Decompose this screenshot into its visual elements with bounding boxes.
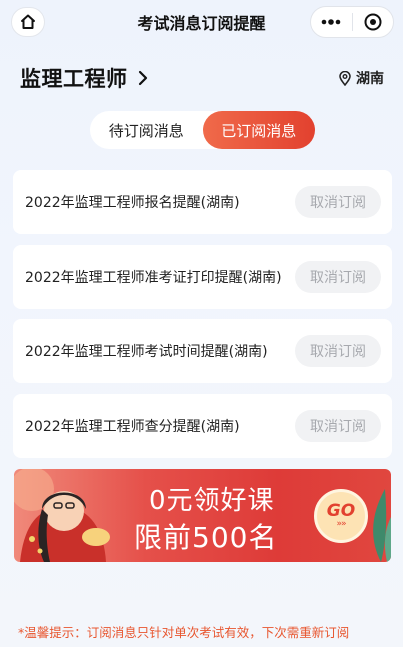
location-label: 湖南 xyxy=(356,71,384,87)
more-dots-icon xyxy=(321,19,341,25)
mini-program-capsule xyxy=(310,6,394,38)
subscription-title: 2022年监理工程师查分提醒(湖南) xyxy=(25,419,240,435)
banner-headline: 0元领好课 xyxy=(149,486,275,516)
go-button[interactable]: GO »» xyxy=(314,489,368,543)
navigation-bar: 考试消息订阅提醒 xyxy=(0,0,403,44)
tab-pending[interactable]: 待订阅消息 xyxy=(90,111,203,149)
go-label: GO xyxy=(326,501,356,521)
home-button[interactable] xyxy=(11,7,45,37)
double-chevron-icon: »» xyxy=(336,519,346,529)
exam-name: 监理工程师 xyxy=(20,67,128,91)
list-item: 2022年监理工程师报名提醒(湖南) 取消订阅 xyxy=(13,170,392,234)
warm-tip: *温馨提示：订阅消息只针对单次考试有效，下次需重新订阅 xyxy=(18,625,350,640)
list-item: 2022年监理工程师查分提醒(湖南) 取消订阅 xyxy=(13,394,392,458)
subscription-title: 2022年监理工程师考试时间提醒(湖南) xyxy=(25,344,268,360)
tab-subscribed[interactable]: 已订阅消息 xyxy=(202,111,315,149)
page-title: 考试消息订阅提醒 xyxy=(137,14,266,33)
banner-subheadline: 限前500名 xyxy=(134,521,278,554)
chevron-right-icon xyxy=(138,70,148,86)
subscription-tabs: 待订阅消息 已订阅消息 xyxy=(90,111,315,149)
promo-banner[interactable]: 0元领好课 限前500名 GO »» xyxy=(14,469,391,562)
unsubscribe-button[interactable]: 取消订阅 xyxy=(295,261,381,293)
unsubscribe-button[interactable]: 取消订阅 xyxy=(295,335,381,367)
location-selector[interactable]: 湖南 xyxy=(339,68,384,88)
list-item: 2022年监理工程师准考证打印提醒(湖南) 取消订阅 xyxy=(13,245,392,309)
subscription-title: 2022年监理工程师报名提醒(湖南) xyxy=(25,195,240,211)
unsubscribe-button[interactable]: 取消订阅 xyxy=(295,186,381,218)
list-item: 2022年监理工程师考试时间提醒(湖南) 取消订阅 xyxy=(13,319,392,383)
more-button[interactable] xyxy=(311,7,352,37)
close-button[interactable] xyxy=(353,7,394,37)
exam-selector[interactable]: 监理工程师 湖南 xyxy=(20,62,386,94)
banner-illustration xyxy=(14,469,110,562)
location-pin-icon xyxy=(339,70,351,86)
unsubscribe-button[interactable]: 取消订阅 xyxy=(295,410,381,442)
home-icon xyxy=(21,14,35,29)
target-close-icon xyxy=(364,13,382,31)
subscription-title: 2022年监理工程师准考证打印提醒(湖南) xyxy=(25,270,282,286)
